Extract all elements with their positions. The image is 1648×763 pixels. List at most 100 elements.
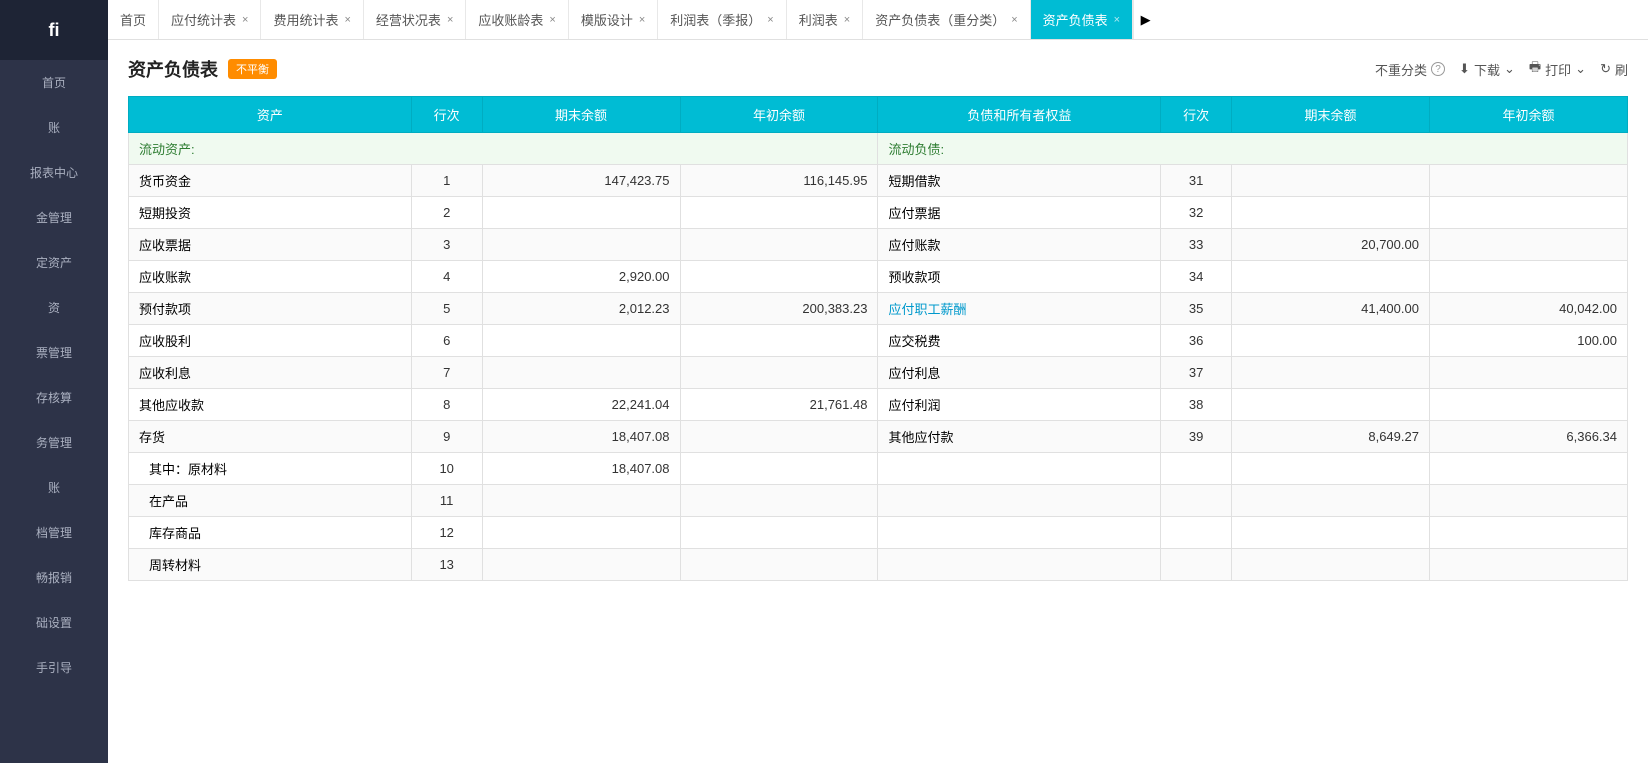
asset-name: 存货 <box>129 421 412 453</box>
tab-payable-stats[interactable]: 应付统计表 × <box>159 0 261 40</box>
tab-profit-quarterly[interactable]: 利润表（季报） × <box>658 0 786 40</box>
tab-balance-sheet[interactable]: 资产负债表 × <box>1031 0 1133 40</box>
print-button[interactable]: 🖶 打印 ⌄ <box>1529 58 1586 80</box>
end-balance-right <box>1232 453 1430 485</box>
tab-expense-stats[interactable]: 费用统计表 × <box>261 0 363 40</box>
liability-name <box>878 485 1161 517</box>
page-title-area: 资产负债表 不平衡 <box>128 56 277 82</box>
row-number-left: 2 <box>411 197 482 229</box>
tab-close-icon[interactable]: × <box>767 14 773 26</box>
table-row: 应收股利 6 应交税费 36 100.00 <box>129 325 1628 357</box>
end-balance-right <box>1232 325 1430 357</box>
tab-close-icon[interactable]: × <box>1114 14 1120 26</box>
tab-close-icon[interactable]: × <box>639 14 645 26</box>
end-balance-right <box>1232 517 1430 549</box>
table-row: 短期投资 2 应付票据 32 <box>129 197 1628 229</box>
print-label: 打印 <box>1545 60 1571 79</box>
tab-label: 模版设计 <box>581 10 633 29</box>
tab-profit[interactable]: 利润表 × <box>787 0 863 40</box>
tab-close-icon[interactable]: × <box>344 14 350 26</box>
sidebar-item-reports[interactable]: 报表中心 <box>0 150 108 195</box>
begin-balance-left: 116,145.95 <box>680 165 878 197</box>
sidebar-item-assets[interactable]: 定资产 <box>0 240 108 285</box>
tab-scroll-right-icon[interactable]: ▶ <box>1133 0 1157 40</box>
row-number-left: 12 <box>411 517 482 549</box>
classify-button[interactable]: 不重分类 ? <box>1375 60 1445 79</box>
row-number-right: 32 <box>1161 197 1232 229</box>
row-number-left: 9 <box>411 421 482 453</box>
table-row: 其中：原材料 10 18,407.08 <box>129 453 1628 485</box>
tab-close-icon[interactable]: × <box>549 14 555 26</box>
asset-name: 其他应收款 <box>129 389 412 421</box>
begin-balance-left <box>680 453 878 485</box>
liability-name: 预收款项 <box>878 261 1161 293</box>
begin-balance-right <box>1429 485 1627 517</box>
tab-close-icon[interactable]: × <box>1011 14 1017 26</box>
tab-balance-reclassified[interactable]: 资产负债表（重分类） × <box>863 0 1030 40</box>
sidebar-item-archive[interactable]: 档管理 <box>0 510 108 555</box>
col-header-begin-balance-right: 年初余额 <box>1429 97 1627 133</box>
begin-balance-right: 100.00 <box>1429 325 1627 357</box>
begin-balance-right <box>1429 389 1627 421</box>
tab-home[interactable]: 首页 <box>108 0 159 40</box>
begin-balance-left <box>680 421 878 453</box>
end-balance-left <box>482 229 680 261</box>
col-header-liability: 负债和所有者权益 <box>878 97 1161 133</box>
col-header-row-num-left: 行次 <box>411 97 482 133</box>
begin-balance-right <box>1429 229 1627 261</box>
row-number-left: 10 <box>411 453 482 485</box>
sidebar-item-home[interactable]: 首页 <box>0 60 108 105</box>
sidebar-item-inventory[interactable]: 存核算 <box>0 375 108 420</box>
end-balance-right <box>1232 549 1430 581</box>
end-balance-right <box>1232 357 1430 389</box>
begin-balance-right <box>1429 197 1627 229</box>
end-balance-left <box>482 485 680 517</box>
row-number-right: 36 <box>1161 325 1232 357</box>
sidebar-item-guide[interactable]: 手引导 <box>0 645 108 690</box>
tab-template-design[interactable]: 模版设计 × <box>569 0 658 40</box>
liability-name: 短期借款 <box>878 165 1161 197</box>
row-number-right <box>1161 517 1232 549</box>
logo: fi <box>0 0 108 60</box>
end-balance-right <box>1232 261 1430 293</box>
begin-balance-left <box>680 261 878 293</box>
download-icon: ⬇ <box>1459 61 1470 77</box>
tab-close-icon[interactable]: × <box>844 14 850 26</box>
main-area: 首页 应付统计表 × 费用统计表 × 经营状况表 × 应收账龄表 × 模版设计 … <box>108 0 1648 763</box>
row-number-right: 38 <box>1161 389 1232 421</box>
sidebar-item-capital[interactable]: 资 <box>0 285 108 330</box>
sidebar-item-settings[interactable]: 础设置 <box>0 600 108 645</box>
liability-name: 其他应付款 <box>878 421 1161 453</box>
end-balance-left <box>482 197 680 229</box>
download-chevron-icon: ⌄ <box>1504 61 1515 77</box>
tab-label: 经营状况表 <box>376 10 441 29</box>
end-balance-left <box>482 325 680 357</box>
table-row: 库存商品 12 <box>129 517 1628 549</box>
page-header: 资产负债表 不平衡 不重分类 ? ⬇ 下载 ⌄ 🖶 打印 <box>128 56 1628 82</box>
begin-balance-right <box>1429 165 1627 197</box>
tab-receivable-aging[interactable]: 应收账龄表 × <box>466 0 568 40</box>
sidebar-item-expense[interactable]: 畅报销 <box>0 555 108 600</box>
download-label: 下载 <box>1474 60 1500 79</box>
tab-operation[interactable]: 经营状况表 × <box>364 0 466 40</box>
sidebar-item-account[interactable]: 账 <box>0 105 108 150</box>
tab-close-icon[interactable]: × <box>447 14 453 26</box>
tab-close-icon[interactable]: × <box>242 14 248 26</box>
end-balance-left: 18,407.08 <box>482 453 680 485</box>
asset-name: 应收利息 <box>129 357 412 389</box>
end-balance-left: 147,423.75 <box>482 165 680 197</box>
sidebar-item-ledger[interactable]: 账 <box>0 465 108 510</box>
sidebar-item-tax[interactable]: 务管理 <box>0 420 108 465</box>
help-icon[interactable]: ? <box>1431 62 1445 76</box>
end-balance-left <box>482 549 680 581</box>
sidebar-item-finance[interactable]: 金管理 <box>0 195 108 240</box>
download-button[interactable]: ⬇ 下载 ⌄ <box>1459 60 1515 79</box>
section-right-label: 流动负债: <box>878 133 1628 165</box>
asset-name: 在产品 <box>129 485 412 517</box>
refresh-button[interactable]: ↻ 刷 <box>1600 60 1628 79</box>
begin-balance-left <box>680 549 878 581</box>
content-area: 资产负债表 不平衡 不重分类 ? ⬇ 下载 ⌄ 🖶 打印 <box>108 40 1648 763</box>
begin-balance-right <box>1429 357 1627 389</box>
sidebar-item-invoice[interactable]: 票管理 <box>0 330 108 375</box>
end-balance-right <box>1232 165 1430 197</box>
